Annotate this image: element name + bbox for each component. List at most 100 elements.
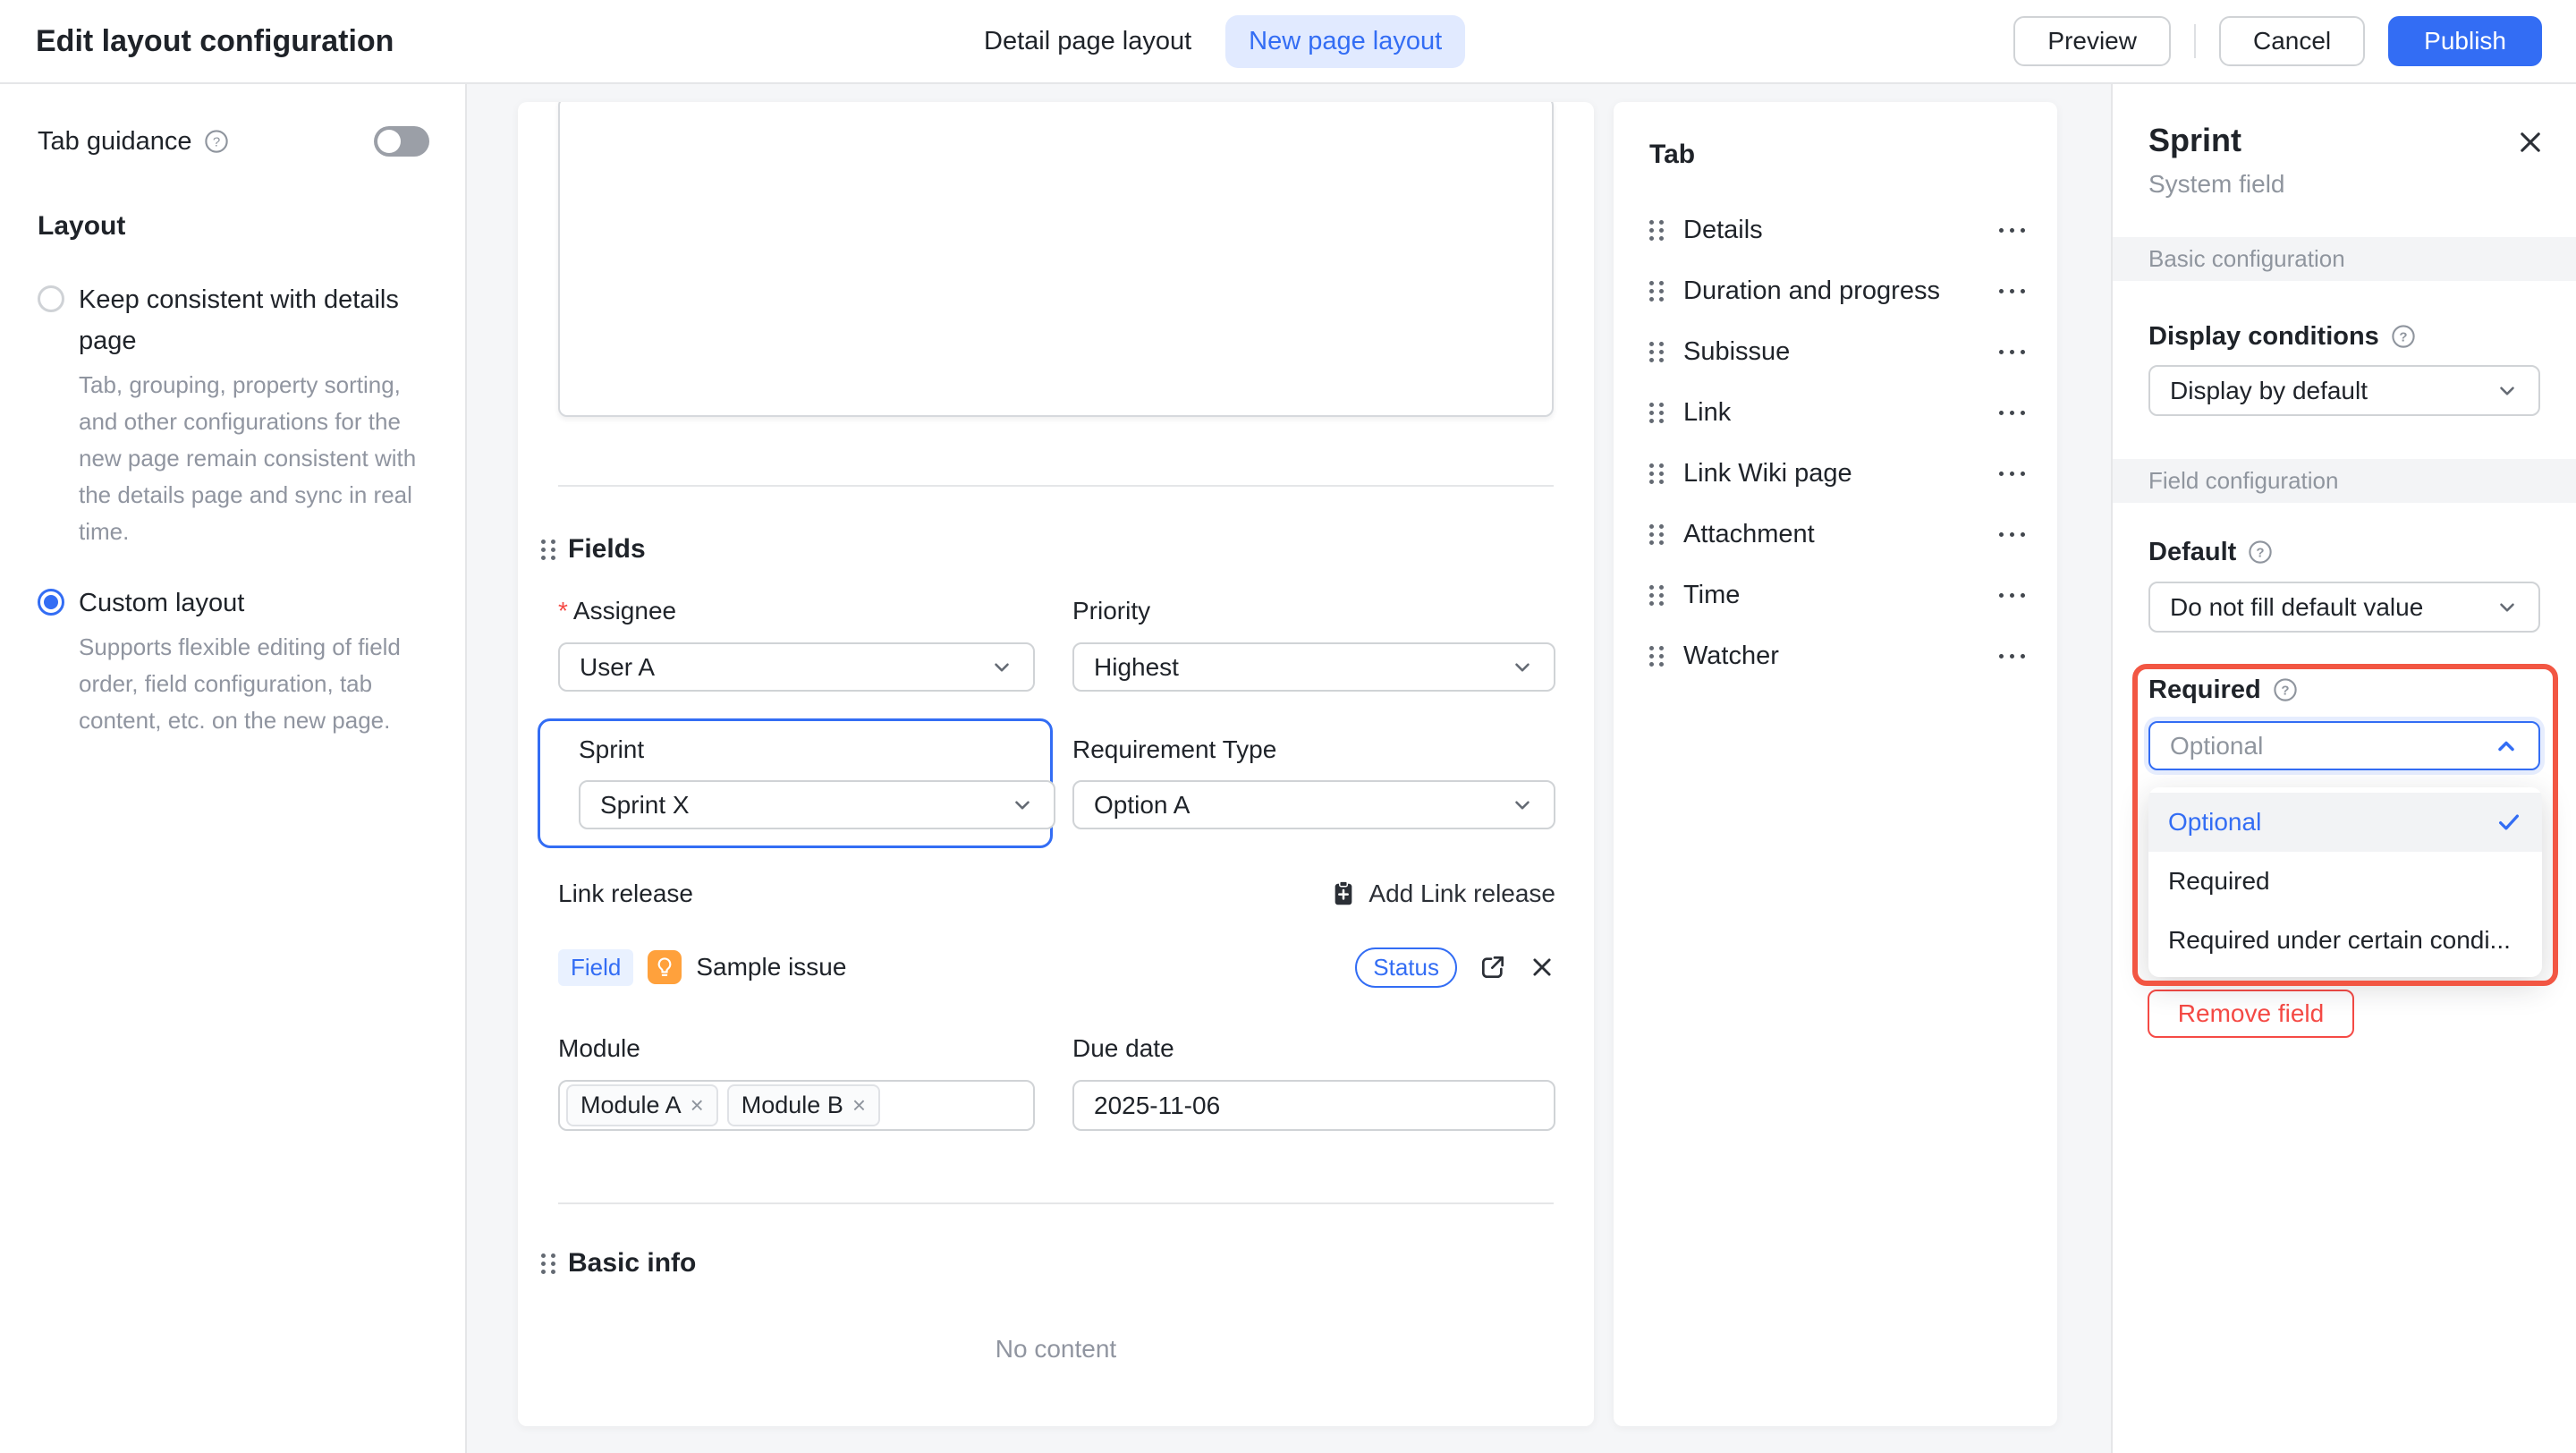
- module-label: Module: [558, 1034, 640, 1062]
- chevron-down-icon: [1015, 800, 1030, 810]
- tab-list: Details Duration and progress Subissue L…: [1649, 200, 2027, 686]
- fields-section-title: Fields: [568, 534, 646, 564]
- requirement-type-label: Requirement Type: [1072, 735, 1277, 763]
- more-actions-icon[interactable]: [1997, 405, 2027, 421]
- status-pill[interactable]: Status: [1355, 947, 1457, 988]
- menu-option-optional[interactable]: Optional: [2148, 793, 2542, 852]
- menu-option-required[interactable]: Required: [2148, 852, 2542, 911]
- more-actions-icon[interactable]: [1997, 466, 2027, 481]
- tab-item-time[interactable]: Time: [1649, 565, 2027, 625]
- more-actions-icon[interactable]: [1997, 649, 2027, 664]
- chevron-down-icon: [995, 662, 1009, 672]
- help-icon[interactable]: ?: [2272, 676, 2299, 703]
- tab-panel: Tab Details Duration and progress Subiss…: [1614, 102, 2057, 1426]
- add-link-release-button[interactable]: Add Link release: [1329, 874, 1555, 913]
- tab-detail-page-layout[interactable]: Detail page layout: [984, 27, 1191, 56]
- drag-handle-icon[interactable]: [541, 1253, 555, 1274]
- module-input[interactable]: Module A × Module B ×: [558, 1080, 1035, 1131]
- publish-button[interactable]: Publish: [2388, 16, 2542, 66]
- tab-panel-title: Tab: [1649, 140, 1696, 169]
- tab-item-link[interactable]: Link: [1649, 382, 2027, 443]
- basic-info-section-header: Basic info: [541, 1244, 696, 1283]
- priority-label: Priority: [1072, 597, 1151, 625]
- link-release-label: Link release: [558, 879, 693, 907]
- radio-keep-consistent[interactable]: [38, 285, 64, 312]
- tab-guidance-label: Tab guidance: [38, 126, 192, 156]
- more-actions-icon[interactable]: [1997, 344, 2027, 360]
- drag-handle-icon[interactable]: [1649, 645, 1664, 667]
- drag-handle-icon[interactable]: [541, 539, 555, 560]
- section-divider: [558, 485, 1554, 487]
- layout-heading: Layout: [38, 211, 126, 241]
- due-date-input[interactable]: 2025-11-06: [1072, 1080, 1555, 1131]
- more-actions-icon[interactable]: [1997, 588, 2027, 603]
- assignee-select[interactable]: User A: [558, 642, 1035, 692]
- layout-mode-tabs: Detail page layout New page layout: [984, 0, 1466, 82]
- menu-option-required-under-conditions[interactable]: Required under certain condi...: [2148, 911, 2542, 970]
- option-label[interactable]: Keep consistent with details page: [79, 279, 429, 361]
- more-actions-icon[interactable]: [1997, 284, 2027, 299]
- basic-configuration-section: Basic configuration: [2113, 237, 2576, 281]
- priority-select[interactable]: Highest: [1072, 642, 1555, 692]
- remove-tag-icon[interactable]: ×: [691, 1092, 704, 1119]
- cancel-button[interactable]: Cancel: [2218, 16, 2366, 66]
- linked-issue-row: Field Sample issue: [558, 947, 846, 988]
- radio-custom-layout[interactable]: [38, 589, 64, 616]
- drag-handle-icon[interactable]: [1649, 402, 1664, 423]
- basic-info-section-title: Basic info: [568, 1248, 697, 1278]
- tab-item-watcher[interactable]: Watcher: [1649, 625, 2027, 686]
- option-description: Supports flexible editing of field order…: [79, 633, 401, 734]
- help-icon[interactable]: ?: [2390, 323, 2417, 350]
- tab-guidance-toggle[interactable]: [374, 126, 429, 157]
- required-select[interactable]: Optional: [2148, 721, 2540, 770]
- requirement-type-select[interactable]: Option A: [1072, 780, 1555, 829]
- required-asterisk: *: [558, 597, 568, 625]
- field-configuration-section: Field configuration: [2113, 459, 2576, 503]
- remove-linked-issue-icon[interactable]: [1529, 954, 1555, 981]
- page-title: Edit layout configuration: [36, 23, 394, 58]
- sprint-select[interactable]: Sprint X: [579, 780, 1055, 829]
- display-conditions-select[interactable]: Display by default: [2148, 365, 2540, 416]
- layout-canvas: Fields * Assignee Priority User A Highes…: [518, 102, 1594, 1426]
- open-in-new-icon[interactable]: [1479, 953, 1507, 981]
- tab-new-page-layout[interactable]: New page layout: [1225, 14, 1466, 68]
- help-icon[interactable]: ?: [203, 128, 230, 155]
- header-actions: Preview Cancel Publish: [2013, 0, 2542, 82]
- remove-tag-icon[interactable]: ×: [852, 1092, 866, 1119]
- option-description: Tab, grouping, property sorting, and oth…: [79, 371, 417, 545]
- chevron-down-icon: [2500, 602, 2514, 612]
- description-field-placeholder[interactable]: [558, 102, 1554, 417]
- chevron-down-icon: [1515, 800, 1530, 810]
- svg-text:?: ?: [2281, 683, 2289, 698]
- default-select[interactable]: Do not fill default value: [2148, 582, 2540, 633]
- drag-handle-icon[interactable]: [1649, 523, 1664, 545]
- more-actions-icon[interactable]: [1997, 527, 2027, 542]
- svg-text:?: ?: [212, 134, 219, 149]
- tab-item-link-wiki-page[interactable]: Link Wiki page: [1649, 443, 2027, 504]
- linked-issue-title[interactable]: Sample issue: [696, 953, 846, 981]
- drag-handle-icon[interactable]: [1649, 584, 1664, 606]
- drag-handle-icon[interactable]: [1649, 219, 1664, 241]
- option-label[interactable]: Custom layout: [79, 582, 429, 624]
- chevron-down-icon: [2500, 386, 2514, 395]
- svg-text:?: ?: [2257, 545, 2265, 560]
- help-icon[interactable]: ?: [2247, 539, 2274, 565]
- remove-field-button[interactable]: Remove field: [2148, 990, 2354, 1038]
- drag-handle-icon[interactable]: [1649, 463, 1664, 484]
- issue-type-icon: [648, 950, 682, 984]
- close-panel-icon[interactable]: [2515, 127, 2546, 157]
- fields-section-header: Fields: [541, 530, 646, 569]
- field-badge: Field: [558, 948, 634, 986]
- tab-item-details[interactable]: Details: [1649, 200, 2027, 260]
- tab-guidance-row: Tab guidance ?: [38, 122, 429, 161]
- tab-item-attachment[interactable]: Attachment: [1649, 504, 2027, 565]
- required-dropdown-menu: Optional Required Required under certain…: [2148, 787, 2542, 977]
- drag-handle-icon[interactable]: [1649, 280, 1664, 302]
- required-label: Required ?: [2148, 670, 2299, 710]
- more-actions-icon[interactable]: [1997, 223, 2027, 238]
- tab-item-subissue[interactable]: Subissue: [1649, 321, 2027, 382]
- preview-button[interactable]: Preview: [2013, 16, 2171, 66]
- check-icon: [2499, 814, 2519, 830]
- drag-handle-icon[interactable]: [1649, 341, 1664, 362]
- tab-item-duration-and-progress[interactable]: Duration and progress: [1649, 260, 2027, 321]
